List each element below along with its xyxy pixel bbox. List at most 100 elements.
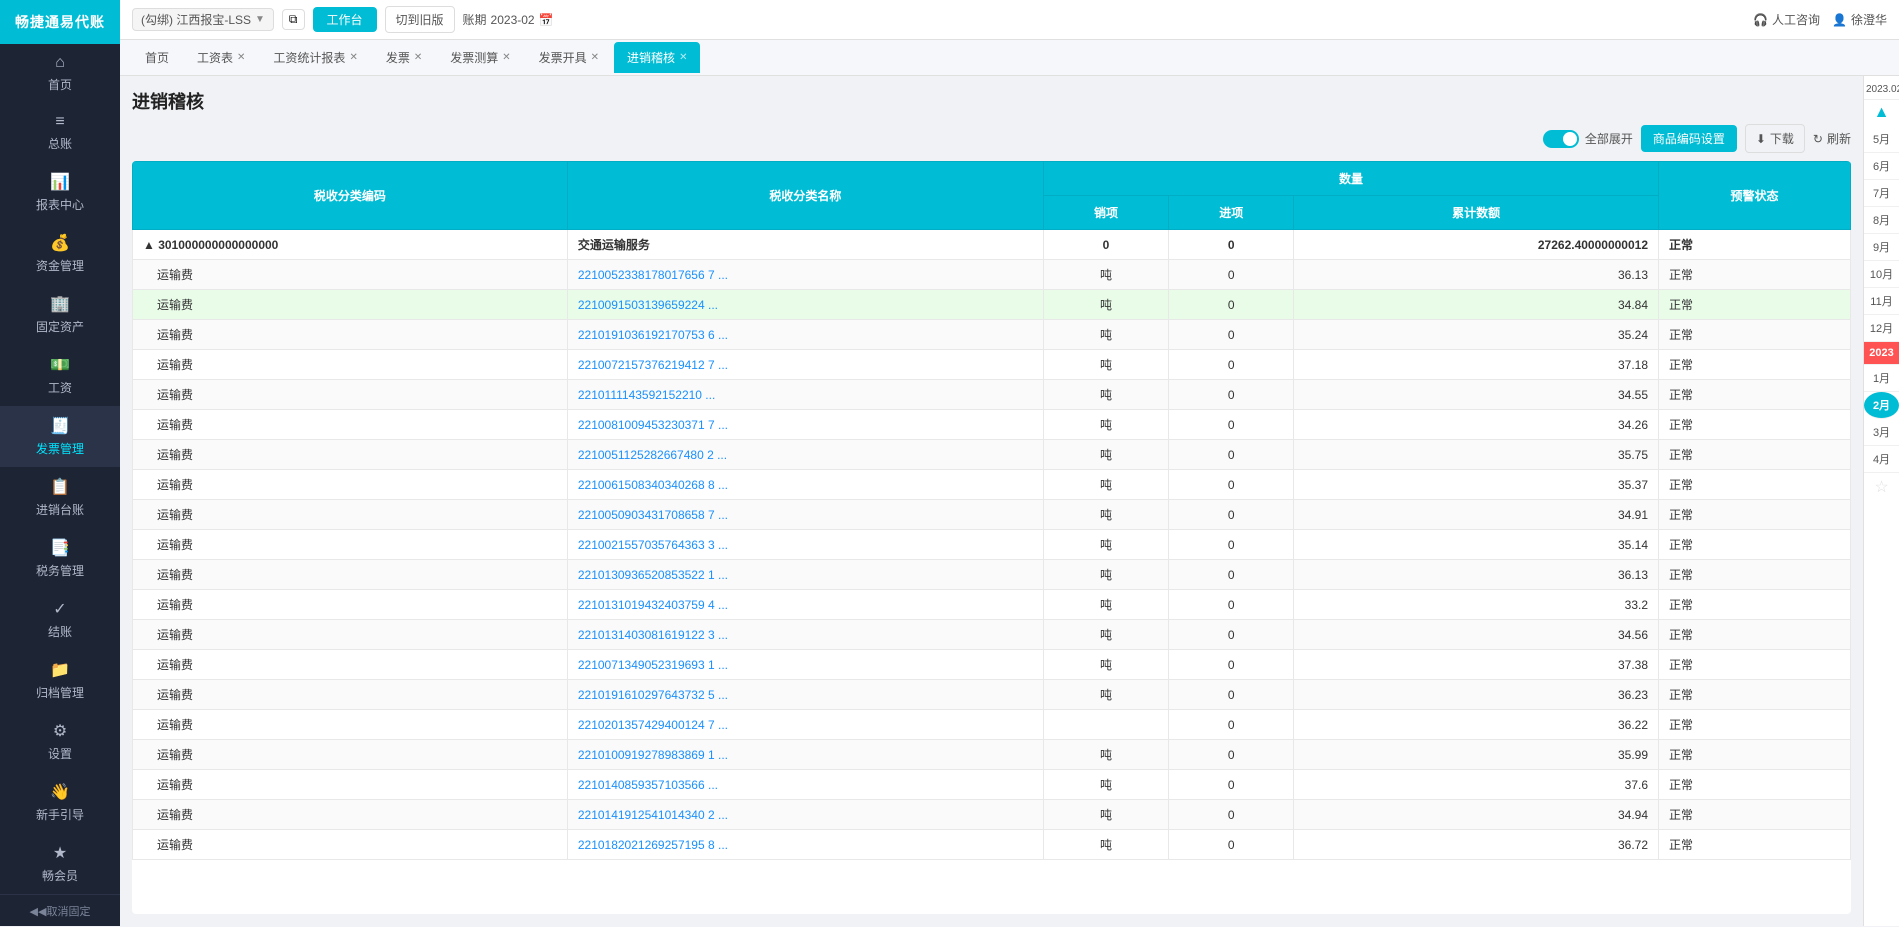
table-row-cumulative: 34.55	[1294, 380, 1659, 410]
table-row-invoice-no: 2210081009453230371 7 ...	[567, 410, 1043, 440]
workspace-button[interactable]: 工作台	[313, 7, 377, 32]
sidebar-item-home[interactable]: ⌂ 首页	[0, 44, 120, 103]
table-row-tag: 吨	[1043, 560, 1168, 590]
table-row-status: 正常	[1659, 500, 1851, 530]
calendar-month-9[interactable]: 9月	[1864, 234, 1899, 261]
table-row-sale: 0	[1169, 620, 1294, 650]
purchase-sales-icon: 📋	[50, 477, 70, 497]
tab-invoice[interactable]: 发票 ✕	[373, 42, 435, 73]
calendar-month-5[interactable]: 5月	[1864, 126, 1899, 153]
tab-invoice-close[interactable]: ✕	[414, 52, 422, 63]
sidebar-item-fixed-assets[interactable]: 🏢 固定资产	[0, 284, 120, 345]
content-area: 进销稽核 全部展开 商品编码设置 ⬇ 下载 ↻ 刷新	[120, 76, 1863, 926]
tab-salary-stats-label: 工资统计报表	[273, 49, 345, 66]
calendar-month-2-active[interactable]: 2月	[1864, 392, 1899, 419]
calendar-month-3[interactable]: 3月	[1864, 419, 1899, 446]
table-row-cumulative: 35.37	[1294, 470, 1659, 500]
tab-invoice-calc-close[interactable]: ✕	[502, 52, 510, 63]
back-button[interactable]: 切到旧版	[385, 6, 455, 33]
tab-home[interactable]: 首页	[132, 42, 182, 73]
reports-icon: 📊	[50, 172, 70, 192]
table-row-cumulative: 36.13	[1294, 260, 1659, 290]
refresh-button[interactable]: ↻ 刷新	[1813, 130, 1851, 147]
table-row-tag: 吨	[1043, 800, 1168, 830]
sidebar-item-reports[interactable]: 📊 报表中心	[0, 162, 120, 223]
tab-home-label: 首页	[145, 49, 169, 66]
calendar-month-8[interactable]: 8月	[1864, 207, 1899, 234]
table-row-status: 正常	[1659, 530, 1851, 560]
topbar: (勾绑) 江西报宝-LSS ▼ ⧉ 工作台 切到旧版 账期 2023-02 📅 …	[120, 0, 1899, 40]
sidebar-item-salary[interactable]: 💵 工资	[0, 345, 120, 406]
tab-invoice-open-close[interactable]: ✕	[591, 52, 599, 63]
tab-salary-stats[interactable]: 工资统计报表 ✕	[260, 42, 370, 73]
ledger-icon: ≡	[55, 113, 64, 131]
refresh-icon: ↻	[1813, 132, 1823, 146]
calendar-month-10[interactable]: 10月	[1864, 261, 1899, 288]
table-row-tag: 吨	[1043, 320, 1168, 350]
calendar-month-1[interactable]: 1月	[1864, 365, 1899, 392]
calendar-year-2023[interactable]: 2023	[1864, 342, 1899, 365]
table-row-item-name: 运输费	[133, 470, 568, 500]
user-info[interactable]: 👤 徐澄华	[1832, 11, 1887, 28]
favorite-icon: ☆	[1870, 473, 1892, 501]
tab-salary-stats-close[interactable]: ✕	[349, 52, 357, 63]
table-row-invoice-no: 2210100919278983869 1 ...	[567, 740, 1043, 770]
avatar: 👤	[1832, 13, 1847, 27]
table-row-cumulative: 35.24	[1294, 320, 1659, 350]
tab-invoice-calc[interactable]: 发票测算 ✕	[437, 42, 523, 73]
table-row-cumulative: 35.99	[1294, 740, 1659, 770]
table-row-cumulative: 36.22	[1294, 710, 1659, 740]
table-row-tag: 吨	[1043, 380, 1168, 410]
expand-toggle[interactable]	[1543, 130, 1579, 148]
calendar-icon[interactable]: 📅	[539, 13, 554, 27]
tab-reconcile-close[interactable]: ✕	[679, 52, 687, 63]
table-row-item-name: 运输费	[133, 260, 568, 290]
sidebar-item-purchase-sales[interactable]: 📋 进销台账	[0, 467, 120, 528]
sidebar-item-settlement[interactable]: ✓ 结账	[0, 589, 120, 650]
tab-reconcile[interactable]: 进销稽核 ✕	[614, 42, 700, 73]
table-row-tag: 吨	[1043, 680, 1168, 710]
table-row-item-name: 运输费	[133, 650, 568, 680]
copy-button[interactable]: ⧉	[282, 9, 305, 30]
home-icon: ⌂	[55, 54, 65, 72]
sidebar-item-settings[interactable]: ⚙ 设置	[0, 711, 120, 772]
table-row-item-name: 运输费	[133, 710, 568, 740]
sidebar-item-archive[interactable]: 📁 归档管理	[0, 650, 120, 711]
sidebar-item-tax[interactable]: 📑 税务管理	[0, 528, 120, 589]
sidebar-item-fund[interactable]: 💰 资金管理	[0, 223, 120, 284]
sidebar-item-guide[interactable]: 👋 新手引导	[0, 772, 120, 833]
period-container: 账期 2023-02 📅	[463, 11, 554, 28]
table-row-item-name: 运输费	[133, 440, 568, 470]
table-row-status: 正常	[1659, 470, 1851, 500]
table-row-status: 正常	[1659, 680, 1851, 710]
tab-invoice-open[interactable]: 发票开具 ✕	[526, 42, 612, 73]
table-row-status: 正常	[1659, 350, 1851, 380]
support-link[interactable]: 🎧 人工咨询	[1753, 11, 1820, 28]
company-selector[interactable]: (勾绑) 江西报宝-LSS ▼	[132, 8, 274, 31]
sidebar-item-invoice-mgmt[interactable]: 🧾 发票管理	[0, 406, 120, 467]
calendar-month-6[interactable]: 6月	[1864, 153, 1899, 180]
table-row-status: 正常	[1659, 410, 1851, 440]
unpin-button[interactable]: ◀◀ 取消固定	[0, 894, 120, 927]
download-button[interactable]: ⬇ 下载	[1745, 124, 1805, 153]
calendar-month-7[interactable]: 7月	[1864, 180, 1899, 207]
table-row-cumulative: 34.94	[1294, 800, 1659, 830]
table-row-invoice-no: 2210052338178017656 7 ...	[567, 260, 1043, 290]
copy-icon: ⧉	[289, 12, 298, 26]
calendar-month-4[interactable]: 4月	[1864, 446, 1899, 473]
table-row-sale: 0	[1169, 410, 1294, 440]
table-row-cumulative: 34.56	[1294, 620, 1659, 650]
table-row-cumulative: 34.26	[1294, 410, 1659, 440]
setting-button[interactable]: 商品编码设置	[1641, 125, 1737, 152]
archive-icon: 📁	[50, 660, 70, 680]
table-row-sale: 0	[1169, 500, 1294, 530]
calendar-up-arrow[interactable]: ▲	[1870, 100, 1894, 126]
table-row-status: 正常	[1659, 740, 1851, 770]
calendar-month-11[interactable]: 11月	[1864, 288, 1899, 315]
sidebar-item-general-ledger[interactable]: ≡ 总账	[0, 103, 120, 162]
table-row-status: 正常	[1659, 320, 1851, 350]
sidebar-item-member[interactable]: ★ 畅会员	[0, 833, 120, 894]
tab-salary-close[interactable]: ✕	[237, 52, 245, 63]
tab-salary[interactable]: 工资表 ✕	[184, 42, 258, 73]
calendar-month-12[interactable]: 12月	[1864, 315, 1899, 342]
